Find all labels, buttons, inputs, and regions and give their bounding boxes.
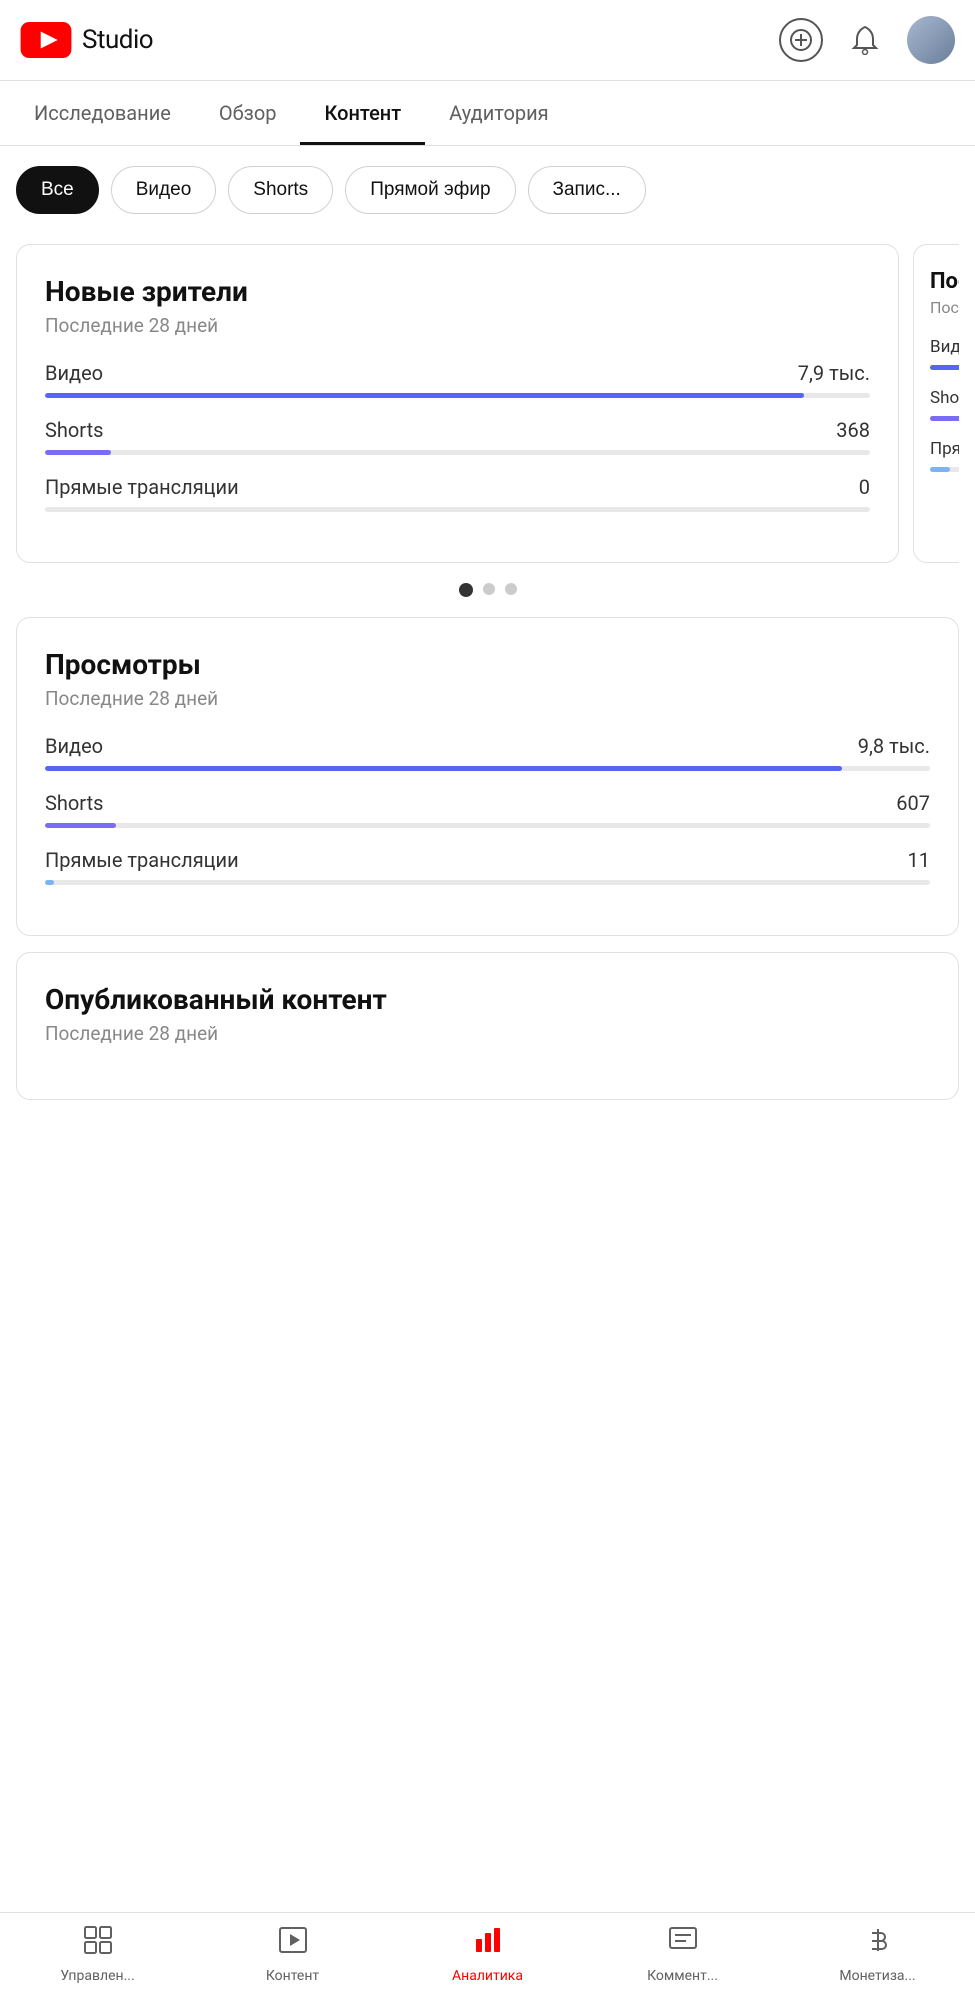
partial-card: Пост... После... Видео Shorts Прям...: [913, 244, 959, 563]
views-card: Просмотры Последние 28 дней Видео 9,8 ты…: [16, 617, 959, 936]
nav-label-dashboard: Управлен...: [60, 1968, 134, 1984]
views-label-shorts: Shorts: [45, 791, 103, 815]
filter-chips: Все Видео Shorts Прямой эфир Запис...: [0, 146, 975, 234]
views-title: Просмотры: [45, 648, 930, 681]
stat-value-video: 7,9 тыс.: [798, 361, 870, 385]
stat-row-shorts: Shorts 368: [45, 418, 870, 455]
progress-fill-shorts: [45, 450, 111, 455]
comment-icon: [668, 1925, 698, 1962]
nav-label-monetize: Монетиза...: [839, 1968, 915, 1984]
bottom-nav: Управлен... Контент Аналитика: [0, 1912, 975, 2000]
play-icon: [278, 1925, 308, 1962]
stat-value-live: 0: [859, 475, 870, 499]
views-label-video: Видео: [45, 734, 103, 758]
views-value-video: 9,8 тыс.: [858, 734, 930, 758]
carousel-dots: [0, 563, 975, 617]
views-stat-live: Прямые трансляции 11: [45, 848, 930, 885]
studio-label: Studio: [82, 25, 153, 55]
dot-2[interactable]: [483, 583, 495, 595]
views-subtitle: Последние 28 дней: [45, 687, 930, 710]
views-value-live: 11: [908, 848, 930, 872]
bar-chart-icon: [473, 1925, 503, 1962]
published-subtitle: Последние 28 дней: [45, 1022, 930, 1045]
chip-live[interactable]: Прямой эфир: [345, 166, 515, 214]
progress-bg-video: [45, 393, 870, 398]
stat-value-shorts: 368: [836, 418, 870, 442]
views-progress-fill-video: [45, 766, 842, 771]
grid-icon: [83, 1925, 113, 1962]
tab-audience[interactable]: Аудитория: [425, 81, 572, 145]
new-viewers-card: Новые зрители Последние 28 дней Видео 7,…: [16, 244, 899, 563]
views-stat-video: Видео 9,8 тыс.: [45, 734, 930, 771]
views-value-shorts: 607: [896, 791, 930, 815]
nav-label-comments: Коммент...: [647, 1968, 718, 1984]
views-stat-shorts: Shorts 607: [45, 791, 930, 828]
views-progress-bg-live: [45, 880, 930, 885]
avatar[interactable]: [907, 16, 955, 64]
nav-item-analytics[interactable]: Аналитика: [390, 1925, 585, 1984]
chip-all[interactable]: Все: [16, 166, 99, 214]
nav-item-dashboard[interactable]: Управлен...: [0, 1925, 195, 1984]
header: Studio: [0, 0, 975, 81]
bell-icon[interactable]: [843, 18, 887, 62]
tab-overview[interactable]: Обзор: [195, 81, 301, 145]
add-button[interactable]: [779, 18, 823, 62]
stat-label-live: Прямые трансляции: [45, 475, 239, 499]
cards-section: Новые зрители Последние 28 дней Видео 7,…: [0, 234, 975, 563]
views-label-live: Прямые трансляции: [45, 848, 239, 872]
dot-3[interactable]: [505, 583, 517, 595]
progress-bg-live: [45, 507, 870, 512]
header-right: [779, 16, 955, 64]
stat-row-video: Видео 7,9 тыс.: [45, 361, 870, 398]
header-left: Studio: [20, 22, 153, 58]
nav-item-monetize[interactable]: Монетиза...: [780, 1925, 975, 1984]
tab-research[interactable]: Исследование: [10, 81, 195, 145]
published-card: Опубликованный контент Последние 28 дней: [16, 952, 959, 1100]
dot-1[interactable]: [459, 583, 473, 597]
progress-fill-video: [45, 393, 804, 398]
published-title: Опубликованный контент: [45, 983, 930, 1016]
nav-item-content[interactable]: Контент: [195, 1925, 390, 1984]
chip-records[interactable]: Запис...: [528, 166, 646, 214]
chip-shorts[interactable]: Shorts: [228, 166, 333, 214]
nav-item-comments[interactable]: Коммент...: [585, 1925, 780, 1984]
new-viewers-subtitle: Последние 28 дней: [45, 314, 870, 337]
partial-stat-video: Видео: [930, 337, 959, 370]
partial-card-subtitle: После...: [930, 298, 959, 317]
views-progress-fill-shorts: [45, 823, 116, 828]
nav-label-analytics: Аналитика: [452, 1968, 523, 1984]
dollar-icon: [863, 1925, 893, 1962]
tab-content[interactable]: Контент: [300, 81, 425, 145]
partial-card-title: Пост...: [930, 269, 959, 294]
stat-label-video: Видео: [45, 361, 103, 385]
views-progress-fill-live: [45, 880, 54, 885]
views-progress-bg-shorts: [45, 823, 930, 828]
nav-tabs: Исследование Обзор Контент Аудитория: [0, 81, 975, 146]
nav-label-content: Контент: [266, 1968, 319, 1984]
youtube-logo: [20, 22, 72, 58]
stat-label-shorts: Shorts: [45, 418, 103, 442]
partial-stat-live: Прям...: [930, 439, 959, 472]
progress-bg-shorts: [45, 450, 870, 455]
new-viewers-title: Новые зрители: [45, 275, 870, 308]
stat-row-live: Прямые трансляции 0: [45, 475, 870, 512]
views-progress-bg-video: [45, 766, 930, 771]
chip-video[interactable]: Видео: [111, 166, 217, 214]
partial-stat-shorts: Shorts: [930, 388, 959, 421]
